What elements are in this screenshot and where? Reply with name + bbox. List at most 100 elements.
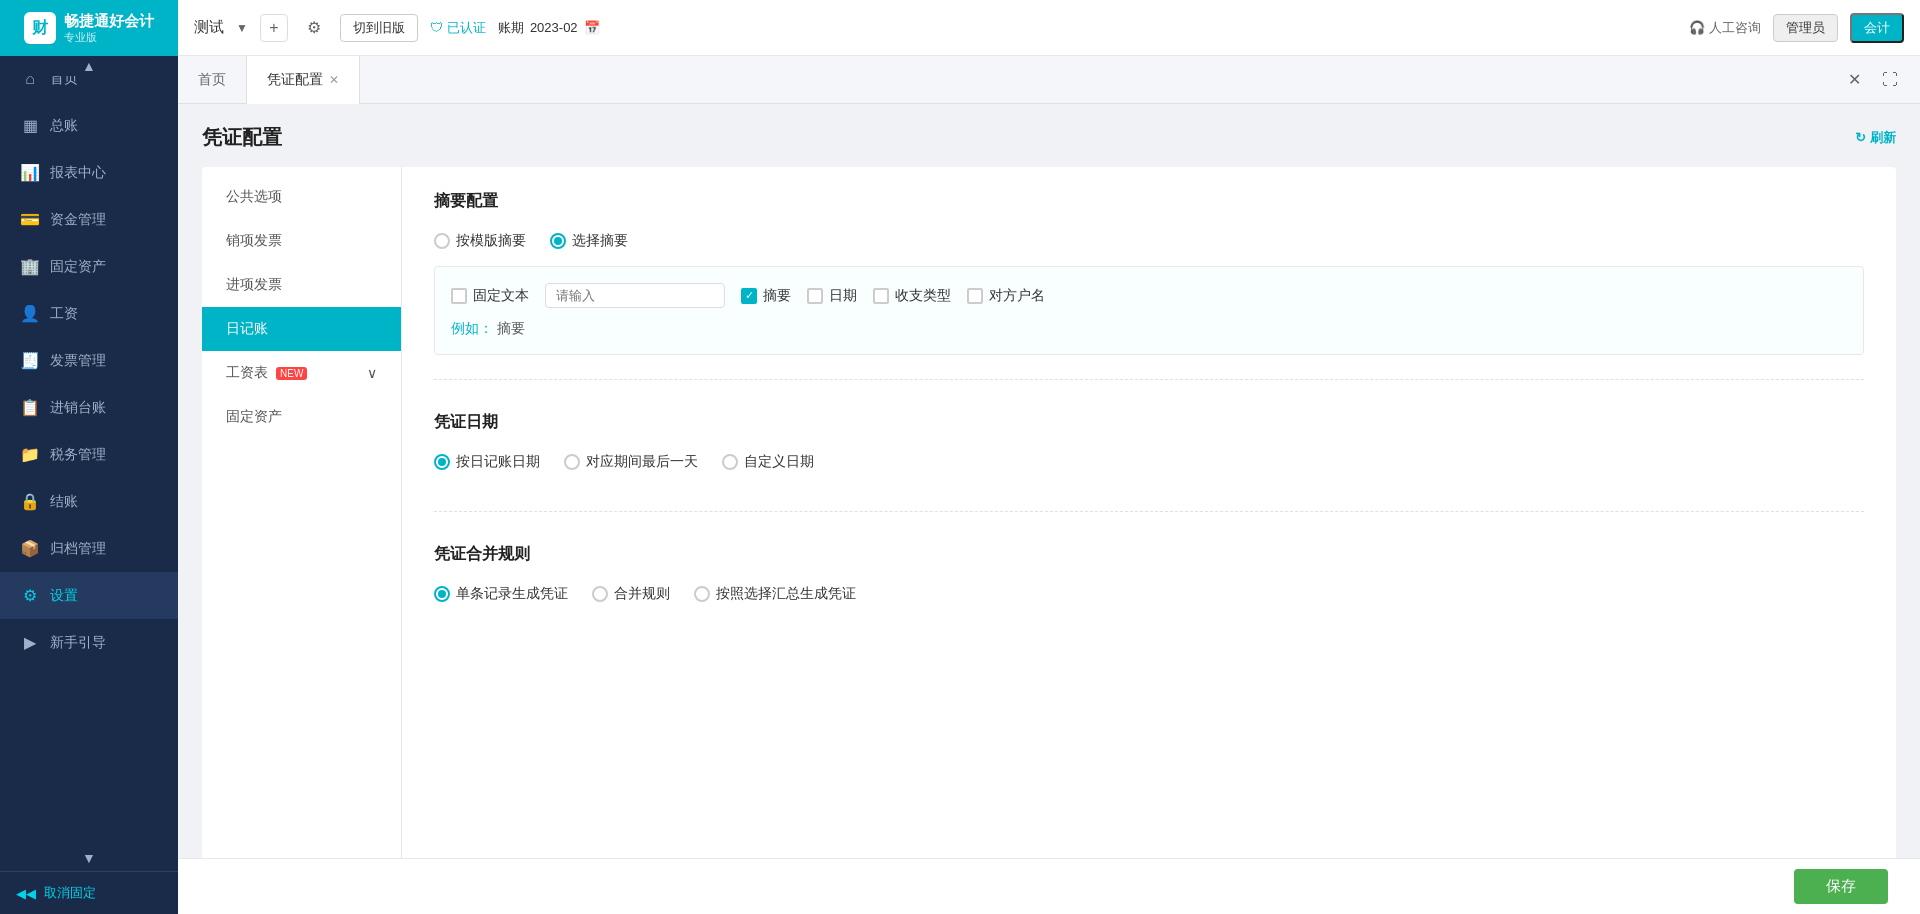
checkbox-payment-type[interactable]: 收支类型 [873, 287, 951, 305]
radio-custom-date[interactable]: 自定义日期 [722, 453, 814, 471]
calendar-icon[interactable]: 📅 [584, 20, 600, 35]
checkbox-counterpart-box [967, 288, 983, 304]
sidebar-item-sales[interactable]: 📋 进销台账 [0, 384, 178, 431]
radio-template-summary[interactable]: 按模版摘要 [434, 232, 526, 250]
summary-radio-group: 按模版摘要 选择摘要 [434, 232, 1864, 250]
accountant-button[interactable]: 会计 [1850, 13, 1904, 43]
sidebar-label-fund: 资金管理 [50, 211, 106, 229]
checkbox-fixed-text-box [451, 288, 467, 304]
nav-item-payroll-table[interactable]: 工资表 NEW ∨ [202, 351, 401, 395]
radio-select-summary-label: 按照选择汇总生成凭证 [716, 585, 856, 603]
tab-close-all-button[interactable]: ✕ [1840, 66, 1868, 94]
checkbox-date-label: 日期 [829, 287, 857, 305]
checkbox-summary-label: 摘要 [763, 287, 791, 305]
checkbox-fixed-text[interactable]: 固定文本 [451, 287, 529, 305]
tab-home[interactable]: 首页 [178, 56, 247, 104]
sales-icon: 📋 [20, 398, 40, 417]
radio-single-circle [434, 586, 450, 602]
section-date-title: 凭证日期 [434, 412, 1864, 433]
section-summary-title: 摘要配置 [434, 191, 1864, 212]
sidebar: 财 畅捷通好会计 专业版 ▲ ⌂ 首页 ▦ 总账 📊 报表中心 💳 资金管理 🏢… [0, 0, 178, 914]
verified-status: 🛡 已认证 [430, 19, 486, 37]
nav-item-sales-invoice[interactable]: 销项发票 [202, 219, 401, 263]
sidebar-item-payroll[interactable]: 👤 工资 [0, 290, 178, 337]
logo-text-block: 畅捷通好会计 专业版 [64, 12, 154, 45]
topbar-title: 测试 [194, 18, 224, 37]
service-button[interactable]: 🎧 人工咨询 [1689, 19, 1761, 37]
radio-select-summary[interactable]: 按照选择汇总生成凭证 [694, 585, 856, 603]
config-layout: 公共选项 销项发票 进项发票 日记账 工资表 NEW ∨ [202, 167, 1896, 914]
radio-single[interactable]: 单条记录生成凭证 [434, 585, 568, 603]
topbar-dropdown-icon[interactable]: ▼ [236, 21, 248, 35]
content-inner: 凭证配置 ↻ 刷新 公共选项 销项发票 进项发票 日记账 [178, 104, 1920, 914]
checkbox-payment-label: 收支类型 [895, 287, 951, 305]
sidebar-item-report[interactable]: 📊 报表中心 [0, 149, 178, 196]
nav-item-fixed-asset[interactable]: 固定资产 [202, 395, 401, 439]
sidebar-item-close[interactable]: 🔒 结账 [0, 478, 178, 525]
section-merge-title: 凭证合并规则 [434, 544, 1864, 565]
sidebar-label-tax: 税务管理 [50, 446, 106, 464]
topbar-add-button[interactable]: + [260, 14, 288, 42]
fixed-text-input[interactable] [545, 283, 725, 308]
nav-item-journal[interactable]: 日记账 [202, 307, 401, 351]
sidebar-scroll-up[interactable]: ▲ [0, 56, 178, 76]
sidebar-item-guide[interactable]: ▶ 新手引导 [0, 619, 178, 666]
fixed-text-label: 固定文本 [473, 287, 529, 305]
example-row: 例如： 摘要 [451, 320, 1847, 338]
checkbox-date[interactable]: 日期 [807, 287, 857, 305]
save-button[interactable]: 保存 [1794, 869, 1888, 904]
tab-voucher-close[interactable]: ✕ [329, 73, 339, 87]
period-label: 账期 [498, 19, 524, 37]
tax-icon: 📁 [20, 445, 40, 464]
refresh-label: 刷新 [1870, 129, 1896, 147]
radio-journal-date[interactable]: 按日记账日期 [434, 453, 540, 471]
verified-label: 已认证 [447, 19, 486, 37]
page-header: 凭证配置 ↻ 刷新 [202, 124, 1896, 151]
date-radio-group: 按日记账日期 对应期间最后一天 自定义日期 [434, 453, 1864, 471]
radio-merge-rule[interactable]: 合并规则 [592, 585, 670, 603]
radio-journal-date-label: 按日记账日期 [456, 453, 540, 471]
section-merge: 凭证合并规则 单条记录生成凭证 合并规则 按照选择汇总生成凭证 [434, 544, 1864, 643]
sidebar-item-ledger[interactable]: ▦ 总账 [0, 102, 178, 149]
main-content: 凭证配置 ↻ 刷新 公共选项 销项发票 进项发票 日记账 [178, 104, 1920, 914]
switch-version-button[interactable]: 切到旧版 [340, 14, 418, 42]
sidebar-label-close: 结账 [50, 493, 78, 511]
unpin-button[interactable]: ◀◀ 取消固定 [0, 871, 178, 914]
config-content: 摘要配置 按模版摘要 选择摘要 [402, 167, 1896, 914]
admin-button[interactable]: 管理员 [1773, 14, 1838, 42]
refresh-button[interactable]: ↻ 刷新 [1855, 129, 1896, 147]
sidebar-item-asset[interactable]: 🏢 固定资产 [0, 243, 178, 290]
sidebar-item-archive[interactable]: 📦 归档管理 [0, 525, 178, 572]
radio-select-summary[interactable]: 选择摘要 [550, 232, 628, 250]
radio-period-last[interactable]: 对应期间最后一天 [564, 453, 698, 471]
summary-config-box: 固定文本 摘要 日期 [434, 266, 1864, 355]
sidebar-label-sales: 进销台账 [50, 399, 106, 417]
radio-period-last-label: 对应期间最后一天 [586, 453, 698, 471]
tab-voucher-config[interactable]: 凭证配置 ✕ [247, 56, 360, 104]
guide-icon: ▶ [20, 633, 40, 652]
tab-actions: ✕ ⛶ [1824, 66, 1920, 94]
sidebar-item-settings[interactable]: ⚙ 设置 [0, 572, 178, 619]
sidebar-item-fund[interactable]: 💳 资金管理 [0, 196, 178, 243]
tab-expand-button[interactable]: ⛶ [1876, 66, 1904, 94]
page-title-text: 凭证配置 [202, 124, 282, 151]
sidebar-scroll-down[interactable]: ▼ [0, 848, 178, 868]
checkbox-date-box [807, 288, 823, 304]
sidebar-label-report: 报表中心 [50, 164, 106, 182]
nav-item-public[interactable]: 公共选项 [202, 175, 401, 219]
sidebar-item-invoice[interactable]: 🧾 发票管理 [0, 337, 178, 384]
tab-voucher-label: 凭证配置 [267, 71, 323, 89]
nav-label-sales-invoice: 销项发票 [226, 232, 282, 250]
checkbox-summary[interactable]: 摘要 [741, 287, 791, 305]
checkbox-counterpart[interactable]: 对方户名 [967, 287, 1045, 305]
radio-select-summary-circle [694, 586, 710, 602]
nav-item-purchase-invoice[interactable]: 进项发票 [202, 263, 401, 307]
nav-label-journal: 日记账 [226, 320, 268, 338]
sidebar-item-tax[interactable]: 📁 税务管理 [0, 431, 178, 478]
headset-icon: 🎧 [1689, 20, 1705, 35]
nav-label-payroll-table: 工资表 [226, 364, 268, 382]
sidebar-label-settings: 设置 [50, 587, 78, 605]
footer-bar: 保存 [178, 858, 1920, 914]
new-badge: NEW [276, 367, 307, 380]
topbar-settings-button[interactable]: ⚙ [300, 14, 328, 42]
